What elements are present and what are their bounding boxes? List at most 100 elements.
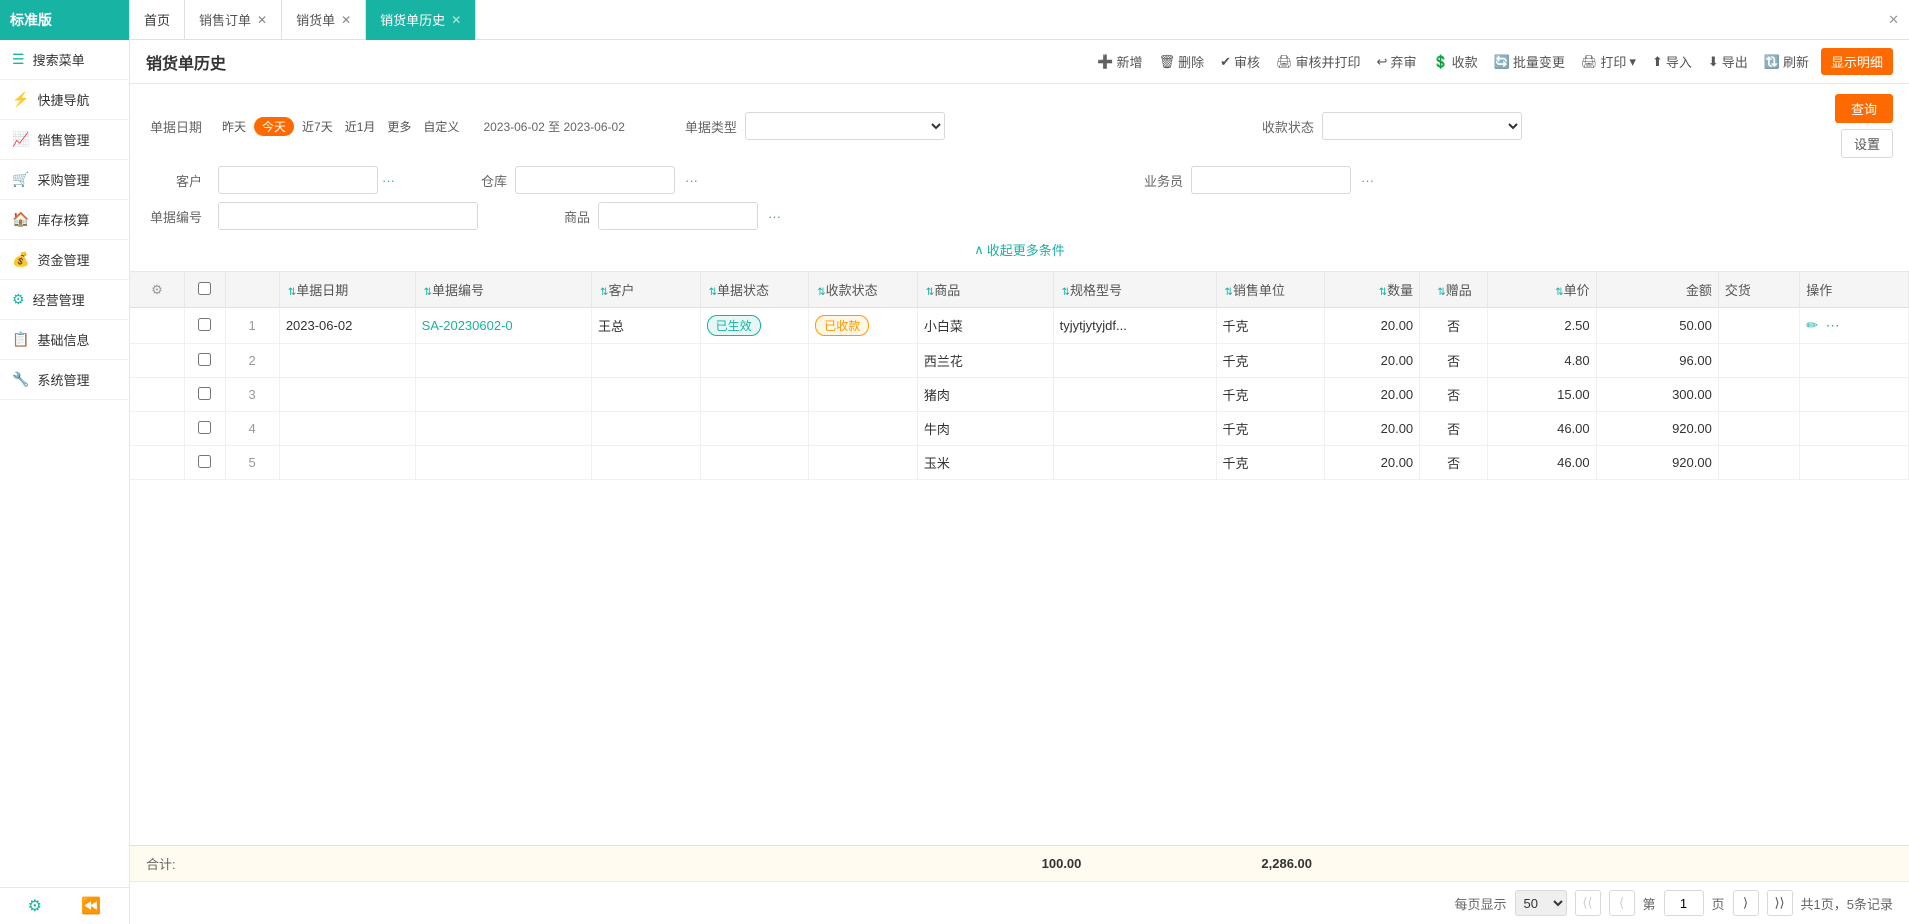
close-all-tabs-button[interactable]: ✕ bbox=[1878, 12, 1909, 28]
page-number-input[interactable]: 1 bbox=[1664, 890, 1704, 916]
sidebar-item-search-menu[interactable]: ☰ 搜索菜单 bbox=[0, 40, 129, 80]
doc-code-link[interactable]: SA-20230602-0 bbox=[422, 318, 513, 333]
import-button[interactable]: ⬆ 导入 bbox=[1648, 50, 1696, 73]
tab-sales-order-label: 销售订单 bbox=[199, 10, 251, 29]
footer-amount-total: 2,286.00 bbox=[1261, 856, 1312, 871]
row-check-cell[interactable] bbox=[184, 412, 225, 446]
batch-change-button[interactable]: 🔄 批量变更 bbox=[1490, 50, 1569, 73]
edit-action-icon[interactable]: ✏ bbox=[1806, 317, 1818, 333]
col-customer-header[interactable]: ⇅客户 bbox=[592, 272, 701, 308]
page-header: 销货单历史 ➕ 新增 🗑 删除 ✔ 审核 🖨 审核并打印 bbox=[130, 40, 1909, 84]
refresh-button[interactable]: 🔃 刷新 bbox=[1760, 50, 1813, 73]
tab-sales-order[interactable]: 销售订单 ✕ bbox=[185, 0, 282, 40]
col-code-header[interactable]: ⇅单据编号 bbox=[415, 272, 591, 308]
query-button[interactable]: 查询 bbox=[1835, 94, 1893, 123]
customer-input[interactable] bbox=[218, 166, 378, 194]
abandon-button[interactable]: ↩ 弃审 bbox=[1373, 50, 1421, 73]
sidebar-item-finance-mgmt[interactable]: 💰 资金管理 bbox=[0, 240, 129, 280]
table-settings-icon[interactable]: ⚙ bbox=[151, 282, 163, 297]
customer-dots-icon[interactable]: ··· bbox=[382, 173, 395, 188]
sidebar-item-sys-mgmt[interactable]: 🔧 系统管理 bbox=[0, 360, 129, 400]
date-more-btn[interactable]: 更多 bbox=[383, 117, 415, 136]
col-unit-header[interactable]: ⇅销售单位 bbox=[1216, 272, 1325, 308]
goods-dots-icon[interactable]: ··· bbox=[768, 209, 781, 224]
print-button[interactable]: 🖨 打印 ▾ bbox=[1577, 50, 1640, 73]
row-checkbox[interactable] bbox=[198, 318, 211, 331]
tab-home[interactable]: 首页 bbox=[130, 0, 185, 40]
col-status-header[interactable]: ⇅单据状态 bbox=[700, 272, 809, 308]
row-spec-cell bbox=[1053, 412, 1216, 446]
date-yesterday-btn[interactable]: 昨天 bbox=[218, 117, 250, 136]
select-all-checkbox[interactable] bbox=[198, 282, 211, 295]
salesperson-dots-icon[interactable]: ··· bbox=[1361, 173, 1374, 188]
row-check-cell[interactable] bbox=[184, 308, 225, 344]
row-check-cell[interactable] bbox=[184, 446, 225, 480]
collect-button[interactable]: 💲 收款 bbox=[1428, 50, 1481, 73]
row-checkbox[interactable] bbox=[198, 353, 211, 366]
row-code-cell[interactable] bbox=[415, 378, 591, 412]
tab-sales-goods[interactable]: 销货单 ✕ bbox=[282, 0, 366, 40]
close-sales-goods-icon[interactable]: ✕ bbox=[341, 13, 351, 27]
sidebar-item-basic-info[interactable]: 📋 基础信息 bbox=[0, 320, 129, 360]
col-qty-header[interactable]: ⇅数量 bbox=[1325, 272, 1420, 308]
row-code-cell[interactable] bbox=[415, 446, 591, 480]
row-checkbox[interactable] bbox=[198, 455, 211, 468]
pay-status-select[interactable] bbox=[1322, 112, 1522, 140]
sort-icon: ⇅ bbox=[817, 287, 825, 298]
settings-bottom-icon[interactable]: ⚙ bbox=[28, 896, 42, 916]
export-button[interactable]: ⬇ 导出 bbox=[1704, 50, 1752, 73]
salesperson-input[interactable] bbox=[1191, 166, 1351, 194]
row-qty-cell: 20.00 bbox=[1325, 308, 1420, 344]
table-row: 1 2023-06-02 SA-20230602-0 王总 已生效 已收款 小白… bbox=[130, 308, 1909, 344]
print-dropdown-icon[interactable]: ▾ bbox=[1629, 54, 1636, 70]
add-button[interactable]: ➕ 新增 bbox=[1093, 50, 1146, 73]
first-page-button[interactable]: ⟨⟨ bbox=[1575, 890, 1601, 916]
col-gift-header[interactable]: ⇅赠品 bbox=[1420, 272, 1488, 308]
col-check[interactable] bbox=[184, 272, 225, 308]
row-code-cell[interactable]: SA-20230602-0 bbox=[415, 308, 591, 344]
show-detail-button[interactable]: 显示明细 bbox=[1821, 48, 1893, 75]
close-sales-history-icon[interactable]: ✕ bbox=[451, 13, 461, 27]
date-today-btn[interactable]: 今天 bbox=[254, 117, 294, 136]
row-pay-status-cell bbox=[809, 344, 918, 378]
col-date-header[interactable]: ⇅单据日期 bbox=[279, 272, 415, 308]
goods-input[interactable] bbox=[598, 202, 758, 230]
col-goods-header[interactable]: ⇅商品 bbox=[917, 272, 1053, 308]
row-check-cell[interactable] bbox=[184, 378, 225, 412]
row-code-cell[interactable] bbox=[415, 344, 591, 378]
delete-button[interactable]: 🗑 删除 bbox=[1155, 50, 1209, 73]
more-action-icon[interactable]: ⋯ bbox=[1826, 317, 1840, 333]
audit-print-button[interactable]: 🖨 审核并打印 bbox=[1272, 50, 1365, 73]
row-check-cell[interactable] bbox=[184, 344, 225, 378]
sidebar-item-quick-nav[interactable]: ⚡ 快捷导航 bbox=[0, 80, 129, 120]
close-sales-order-icon[interactable]: ✕ bbox=[257, 13, 267, 27]
warehouse-dots-icon[interactable]: ··· bbox=[685, 173, 698, 188]
next-page-button[interactable]: ⟩ bbox=[1733, 890, 1759, 916]
row-code-cell[interactable] bbox=[415, 412, 591, 446]
doc-type-select[interactable] bbox=[745, 112, 945, 140]
row-checkbox[interactable] bbox=[198, 387, 211, 400]
sidebar-item-sales-mgmt[interactable]: 📈 销售管理 bbox=[0, 120, 129, 160]
date-1month-btn[interactable]: 近1月 bbox=[341, 117, 380, 136]
tab-sales-history[interactable]: 销货单历史 ✕ bbox=[366, 0, 476, 40]
doc-no-input[interactable] bbox=[218, 202, 478, 230]
warehouse-input[interactable] bbox=[515, 166, 675, 194]
col-price-header[interactable]: ⇅单价 bbox=[1488, 272, 1597, 308]
last-page-button[interactable]: ⟩⟩ bbox=[1767, 890, 1793, 916]
date-custom-btn[interactable]: 自定义 bbox=[419, 117, 463, 136]
set-button[interactable]: 设置 bbox=[1841, 129, 1893, 158]
col-settings[interactable]: ⚙ bbox=[130, 272, 184, 308]
sidebar-item-ops-mgmt[interactable]: ⚙ 经营管理 bbox=[0, 280, 129, 320]
date-7days-btn[interactable]: 近7天 bbox=[298, 117, 337, 136]
per-page-select[interactable]: 50 10 20 100 bbox=[1515, 890, 1567, 916]
row-checkbox[interactable] bbox=[198, 421, 211, 434]
sidebar-item-inventory[interactable]: 🏠 库存核算 bbox=[0, 200, 129, 240]
sidebar-item-purchase-mgmt[interactable]: 🛒 采购管理 bbox=[0, 160, 129, 200]
collapse-filter-button[interactable]: ∧ 收起更多条件 bbox=[146, 238, 1893, 261]
collapse-sidebar-icon[interactable]: ⏪ bbox=[81, 896, 101, 916]
prev-page-button[interactable]: ⟨ bbox=[1609, 890, 1635, 916]
col-spec-header[interactable]: ⇅规格型号 bbox=[1053, 272, 1216, 308]
audit-button[interactable]: ✔ 审核 bbox=[1216, 50, 1264, 73]
col-pay-status-header[interactable]: ⇅收款状态 bbox=[809, 272, 918, 308]
goods-label: 商品 bbox=[534, 207, 590, 226]
